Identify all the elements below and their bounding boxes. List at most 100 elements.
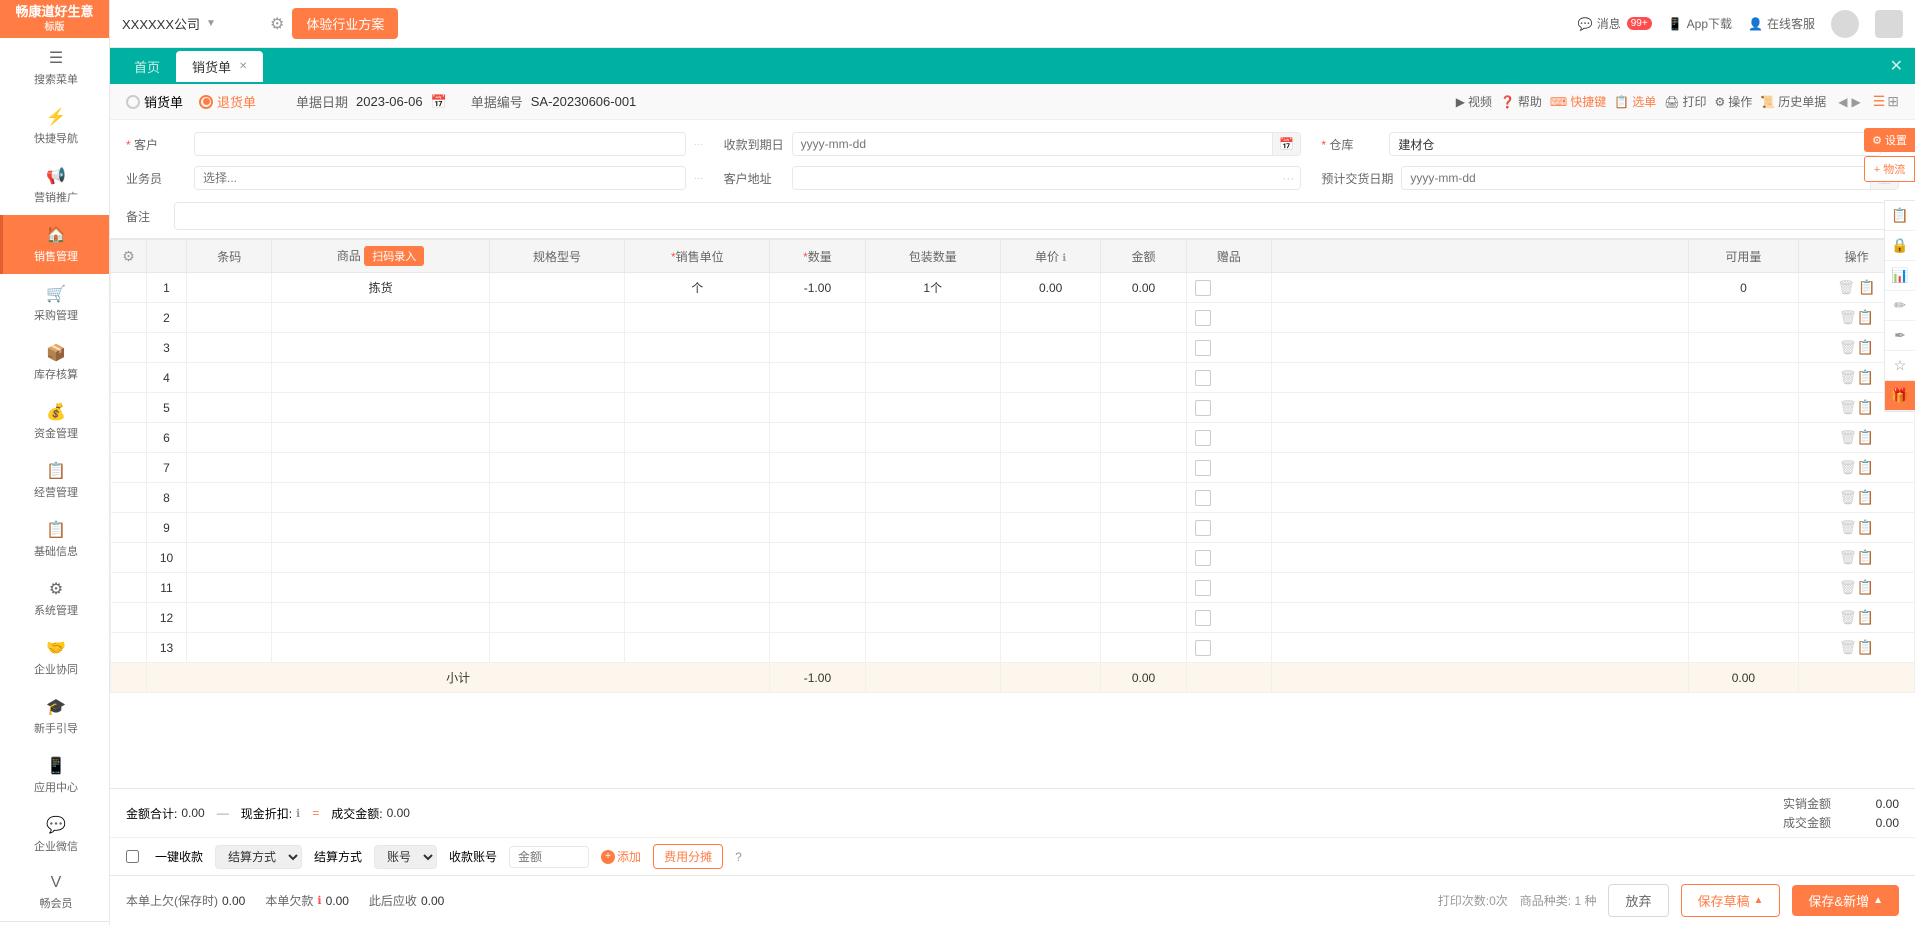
- close-all-btn[interactable]: ✕: [1886, 54, 1907, 79]
- copy-row-icon[interactable]: 📋: [1857, 579, 1874, 595]
- tab-close-icon[interactable]: ✕: [239, 61, 247, 72]
- avatar[interactable]: [1831, 10, 1859, 38]
- expected-delivery-input[interactable]: [1402, 167, 1870, 189]
- right-icon-notes[interactable]: 📋: [1885, 201, 1915, 231]
- notes-input[interactable]: [174, 202, 1899, 230]
- logistics-btn[interactable]: + 物流: [1864, 156, 1915, 182]
- copy-row-icon[interactable]: 📋: [1857, 429, 1874, 445]
- customer-input[interactable]: [195, 133, 685, 155]
- warehouse-input[interactable]: [1390, 133, 1880, 155]
- delete-row-icon[interactable]: 🗑: [1839, 369, 1857, 385]
- sidebar-item-marketing[interactable]: 📢 营销推广: [0, 156, 109, 215]
- payment-account-select[interactable]: 账号: [374, 845, 437, 869]
- history-btn[interactable]: 📜 历史单据: [1760, 93, 1826, 110]
- row-unit-price[interactable]: 0.00: [1000, 273, 1100, 303]
- sidebar-item-search[interactable]: ☰ 搜索菜单: [0, 38, 109, 97]
- delete-row-icon[interactable]: 🗑: [1839, 549, 1857, 565]
- copy-row-icon[interactable]: 📋: [1857, 519, 1874, 535]
- tab-home[interactable]: 首页: [118, 51, 176, 82]
- salesperson-dots-btn[interactable]: ···: [694, 173, 704, 184]
- delete-row-icon[interactable]: 🗑: [1839, 339, 1857, 355]
- sidebar-item-apps[interactable]: 📱 应用中心: [0, 746, 109, 805]
- save-draft-btn[interactable]: 保存草稿 ▲: [1681, 884, 1781, 917]
- sidebar-item-base[interactable]: 📋 基础信息: [0, 510, 109, 569]
- right-icon-gift[interactable]: 🎁: [1885, 381, 1915, 411]
- payment-amount-input[interactable]: [509, 846, 589, 868]
- right-icon-chart[interactable]: 📊: [1885, 261, 1915, 291]
- copy-row-icon[interactable]: 📋: [1857, 369, 1874, 385]
- expense-btn[interactable]: 费用分摊: [653, 844, 723, 869]
- gift-checkbox[interactable]: [1195, 280, 1211, 296]
- copy-row-icon[interactable]: 📋: [1857, 549, 1874, 565]
- abandon-btn[interactable]: 放弃: [1608, 884, 1668, 917]
- copy-row-icon[interactable]: 📋: [1857, 459, 1874, 475]
- date-calendar-icon[interactable]: 📅: [431, 94, 447, 110]
- prev-arrow[interactable]: ◀: [1838, 95, 1847, 109]
- table-settings-icon[interactable]: ⚙: [122, 248, 135, 264]
- settings-gear-icon[interactable]: ⚙: [270, 14, 284, 34]
- gift-checkbox[interactable]: [1195, 310, 1211, 326]
- copy-row-icon[interactable]: 📋: [1857, 339, 1874, 355]
- scan-btn[interactable]: 扫码录入: [364, 246, 424, 266]
- delete-row-icon[interactable]: 🗑: [1839, 399, 1857, 415]
- profile-icon[interactable]: [1875, 10, 1903, 38]
- gift-checkbox[interactable]: [1195, 430, 1211, 446]
- operation-btn[interactable]: ⚙ 操作: [1714, 93, 1752, 110]
- sidebar-item-enterprise[interactable]: 🤝 企业协同: [0, 628, 109, 687]
- customer-address-input[interactable]: [793, 167, 1277, 189]
- payment-method-select[interactable]: 结算方式: [215, 845, 302, 869]
- overdue-info-icon[interactable]: ℹ: [317, 894, 321, 907]
- tab-sales[interactable]: 销货单 ✕: [176, 51, 263, 82]
- sidebar-item-operations[interactable]: 📋 经营管理: [0, 451, 109, 510]
- sidebar-item-sales[interactable]: 🏠 销售管理: [0, 215, 109, 274]
- payment-due-input[interactable]: [793, 133, 1273, 155]
- sidebar-item-member[interactable]: V 畅会员: [0, 864, 109, 921]
- radio-return-order[interactable]: 退货单: [199, 92, 256, 111]
- copy-row-icon[interactable]: 📋: [1858, 279, 1875, 295]
- right-icon-lock[interactable]: 🔒: [1885, 231, 1915, 261]
- sidebar-item-shortcut[interactable]: ⚡ 快捷导航: [0, 97, 109, 156]
- delete-row-icon[interactable]: 🗑: [1839, 309, 1857, 325]
- save-new-btn[interactable]: 保存&新增 ▲: [1792, 885, 1899, 916]
- copy-row-icon[interactable]: 📋: [1857, 309, 1874, 325]
- sidebar-item-finance[interactable]: 💰 资金管理: [0, 392, 109, 451]
- gift-checkbox[interactable]: [1195, 640, 1211, 656]
- copy-row-icon[interactable]: 📋: [1857, 489, 1874, 505]
- one-click-payment-checkbox[interactable]: [126, 850, 139, 863]
- gift-checkbox[interactable]: [1195, 490, 1211, 506]
- copy-row-icon[interactable]: 📋: [1857, 639, 1874, 655]
- row-barcode[interactable]: [187, 273, 272, 303]
- gift-checkbox[interactable]: [1195, 460, 1211, 476]
- right-icon-star[interactable]: ☆: [1885, 351, 1915, 381]
- online-service-btn[interactable]: 👤 在线客服: [1748, 15, 1815, 32]
- delete-row-icon[interactable]: 🗑: [1839, 609, 1857, 625]
- trial-button[interactable]: 体验行业方案: [292, 8, 398, 39]
- settings-panel-btn[interactable]: ⚙ 设置: [1864, 128, 1915, 152]
- delete-row-icon[interactable]: 🗑: [1839, 639, 1857, 655]
- row-amount[interactable]: 0.00: [1101, 273, 1186, 303]
- copy-row-icon[interactable]: 📋: [1857, 609, 1874, 625]
- delete-row-icon[interactable]: 🗑: [1839, 429, 1857, 445]
- gift-checkbox[interactable]: [1195, 550, 1211, 566]
- row-spec[interactable]: [489, 273, 624, 303]
- video-btn[interactable]: ▶ 视频: [1456, 93, 1492, 110]
- gift-checkbox[interactable]: [1195, 370, 1211, 386]
- grid-view-btn[interactable]: ⊞: [1887, 93, 1899, 110]
- app-download-btn[interactable]: 📱 App下载: [1668, 15, 1732, 32]
- delete-row-icon[interactable]: 🗑: [1839, 459, 1857, 475]
- shortcut-btn[interactable]: ⌨ 快捷键: [1550, 93, 1606, 110]
- sidebar-item-purchase[interactable]: 🛒 采购管理: [0, 274, 109, 333]
- gift-checkbox[interactable]: [1195, 340, 1211, 356]
- list-view-btn[interactable]: ☰: [1873, 93, 1886, 110]
- delete-row-icon[interactable]: 🗑: [1839, 489, 1857, 505]
- gift-checkbox[interactable]: [1195, 610, 1211, 626]
- expense-help-icon[interactable]: ?: [735, 850, 742, 864]
- help-btn[interactable]: ❓ 帮助: [1500, 93, 1542, 110]
- gift-checkbox[interactable]: [1195, 580, 1211, 596]
- price-info-icon[interactable]: ℹ: [1062, 253, 1066, 264]
- select-order-btn[interactable]: 📋 选单: [1614, 93, 1656, 110]
- delete-row-icon[interactable]: 🗑: [1839, 579, 1857, 595]
- row-qty[interactable]: -1.00: [770, 273, 865, 303]
- discount-info-icon[interactable]: ℹ: [296, 807, 300, 820]
- gift-checkbox[interactable]: [1195, 400, 1211, 416]
